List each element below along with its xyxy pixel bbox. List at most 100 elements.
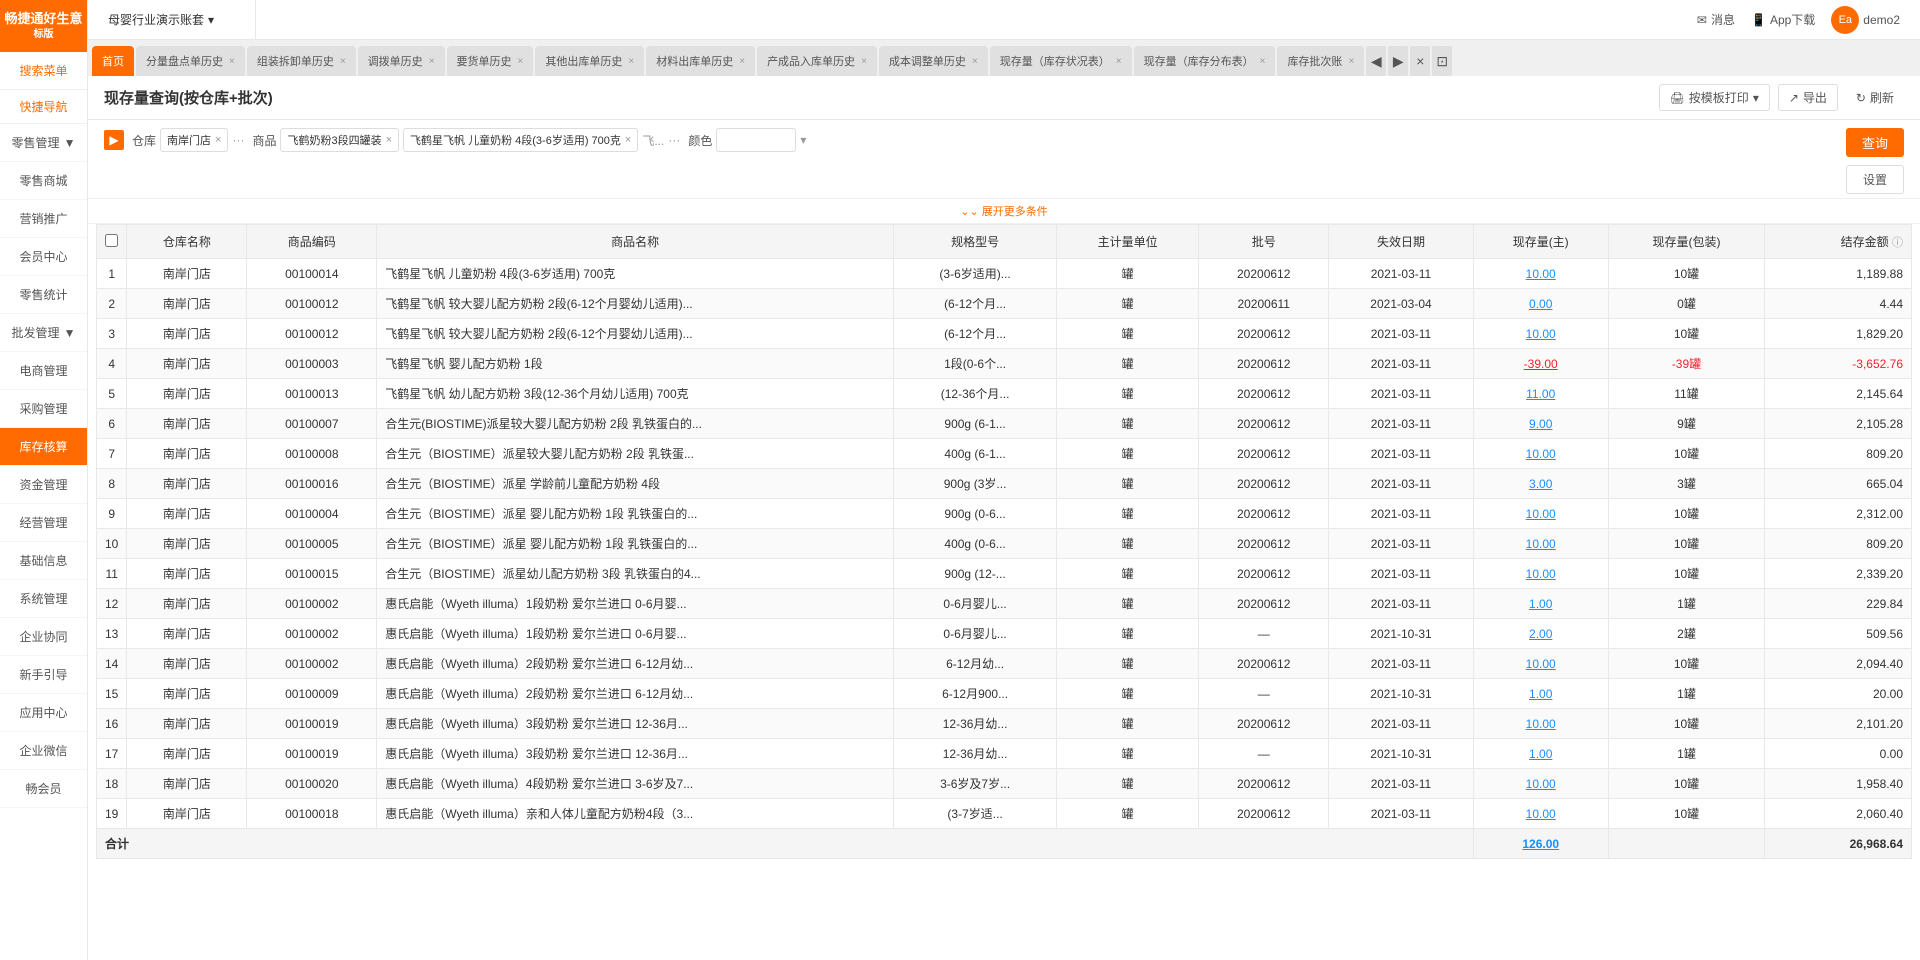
cell-qty-main[interactable]: 10.00 — [1473, 499, 1608, 529]
product-more-dots[interactable]: 飞... — [642, 132, 664, 149]
tag-close-icon[interactable]: × — [386, 134, 392, 146]
tab-stock-dist[interactable]: 现存量（库存分布表） × — [1134, 46, 1276, 76]
tab-prev-btn[interactable]: ◀ — [1366, 46, 1386, 76]
cell-expire: 2021-10-31 — [1329, 739, 1474, 769]
print-button[interactable]: 🖨 按模板打印 ▾ — [1659, 84, 1770, 111]
warehouse-more-dots[interactable]: ··· — [232, 133, 244, 147]
product-tag-2[interactable]: 飞鹤星飞帆 儿童奶粉 4段(3-6岁适用) 700克 × — [403, 128, 638, 152]
sidebar-item-retail-store[interactable]: 零售商城 — [0, 162, 87, 200]
cell-qty-main[interactable]: 11.00 — [1473, 379, 1608, 409]
warehouse-tag[interactable]: 南岸门店 × — [160, 128, 228, 152]
cell-amount: 2,312.00 — [1765, 499, 1912, 529]
refresh-button[interactable]: ↻ 刷新 — [1846, 85, 1904, 110]
sidebar-item-apps[interactable]: 应用中心 — [0, 694, 87, 732]
tab-inventory-split[interactable]: 分量盘点单历史 × — [136, 46, 245, 76]
cell-qty-main[interactable]: 10.00 — [1473, 799, 1608, 829]
cell-expire: 2021-03-11 — [1329, 649, 1474, 679]
sidebar-item-inventory[interactable]: 库存核算 — [0, 428, 87, 466]
cell-qty-main[interactable]: 1.00 — [1473, 739, 1608, 769]
message-icon: ✉ — [1697, 13, 1707, 27]
tab-close-icon[interactable]: × — [628, 56, 634, 67]
tab-close-icon[interactable]: × — [229, 56, 235, 67]
sidebar-item-guide[interactable]: 新手引导 — [0, 656, 87, 694]
cell-qty-main[interactable]: 0.00 — [1473, 289, 1608, 319]
tab-close-icon[interactable]: × — [1260, 56, 1266, 67]
filter-expand-button[interactable]: ▶ — [104, 130, 124, 150]
sidebar-item-basic[interactable]: 基础信息 — [0, 542, 87, 580]
sidebar-item-retail-stats[interactable]: 零售统计 — [0, 276, 87, 314]
sidebar-item-member[interactable]: 会员中心 — [0, 238, 87, 276]
cell-amount: 809.20 — [1765, 439, 1912, 469]
tag-close-icon[interactable]: × — [625, 134, 631, 146]
sidebar-item-marketing[interactable]: 营销推广 — [0, 200, 87, 238]
product-tag-1[interactable]: 飞鹤奶粉3段四罐装 × — [280, 128, 399, 152]
user-menu[interactable]: Ea demo2 — [1831, 6, 1900, 34]
filter-settings-button[interactable]: 设置 — [1846, 165, 1904, 194]
sidebar-shortcut[interactable]: 快捷导航 — [0, 90, 87, 124]
cell-qty-main[interactable]: 10.00 — [1473, 709, 1608, 739]
tab-close-icon[interactable]: × — [1116, 56, 1122, 67]
cell-qty-main[interactable]: 3.00 — [1473, 469, 1608, 499]
cell-qty-main[interactable]: 10.00 — [1473, 319, 1608, 349]
sidebar-item-weixin[interactable]: 企业微信 — [0, 732, 87, 770]
product-extra-dots[interactable]: ··· — [668, 133, 680, 147]
cell-qty-main[interactable]: -39.00 — [1473, 349, 1608, 379]
tab-close-icon[interactable]: × — [518, 56, 524, 67]
tab-next-btn[interactable]: ▶ — [1388, 46, 1408, 76]
query-button[interactable]: 按模板打印 查询 — [1846, 128, 1904, 157]
sidebar-item-finance[interactable]: 资金管理 — [0, 466, 87, 504]
cell-qty-main[interactable]: 2.00 — [1473, 619, 1608, 649]
tab-stock-status[interactable]: 现存量（库存状况表） × — [990, 46, 1132, 76]
select-all-checkbox[interactable] — [105, 234, 118, 247]
expand-more-conditions[interactable]: ⌄⌄ 展开更多条件 — [88, 199, 1920, 224]
sidebar-search[interactable]: 搜索菜单 — [0, 52, 87, 90]
sidebar-item-purchase[interactable]: 采购管理 — [0, 390, 87, 428]
tab-batch-voucher[interactable]: 库存批次账 × — [1277, 46, 1364, 76]
tab-request[interactable]: 要货单历史 × — [447, 46, 534, 76]
cell-amount: 229.84 — [1765, 589, 1912, 619]
th-checkbox[interactable] — [97, 225, 127, 259]
cell-qty-main[interactable]: 1.00 — [1473, 589, 1608, 619]
tag-close-icon[interactable]: × — [215, 134, 221, 146]
account-dropdown[interactable]: 母婴行业演示账套 ▾ — [96, 0, 256, 39]
sidebar-item-operation[interactable]: 经营管理 — [0, 504, 87, 542]
tab-other-out[interactable]: 其他出库单历史 × — [535, 46, 644, 76]
footer-qty[interactable]: 126.00 — [1473, 829, 1608, 859]
amount-info-icon[interactable]: ⓘ — [1892, 237, 1903, 249]
cell-qty-main[interactable]: 10.00 — [1473, 649, 1608, 679]
tab-disassembly[interactable]: 组装拆卸单历史 × — [247, 46, 356, 76]
color-chevron-icon[interactable]: ▾ — [800, 133, 806, 147]
tab-close-icon[interactable]: × — [1348, 56, 1354, 67]
sidebar-item-vip[interactable]: 畅会员 — [0, 770, 87, 808]
tab-material-out[interactable]: 材料出库单历史 × — [646, 46, 755, 76]
cell-qty-main[interactable]: 9.00 — [1473, 409, 1608, 439]
th-amount: 结存金额 ⓘ — [1765, 225, 1912, 259]
message-action[interactable]: ✉ 消息 — [1697, 11, 1735, 28]
app-download-action[interactable]: 📱 App下载 — [1751, 11, 1815, 28]
sidebar-item-ecommerce[interactable]: 电商管理 — [0, 352, 87, 390]
sidebar-item-system[interactable]: 系统管理 — [0, 580, 87, 618]
tab-home[interactable]: 首页 — [92, 46, 134, 76]
tab-close-icon[interactable]: × — [429, 56, 435, 67]
tab-menu-btn[interactable]: ⊡ — [1432, 46, 1452, 76]
cell-no: 10 — [97, 529, 127, 559]
tab-cost-adjust[interactable]: 成本调整单历史 × — [879, 46, 988, 76]
sidebar-item-corp[interactable]: 企业协同 — [0, 618, 87, 656]
cell-qty-main[interactable]: 10.00 — [1473, 529, 1608, 559]
tab-close-icon[interactable]: × — [739, 56, 745, 67]
tab-close-icon[interactable]: × — [861, 56, 867, 67]
tab-close-icon[interactable]: × — [340, 56, 346, 67]
cell-qty-main[interactable]: 10.00 — [1473, 769, 1608, 799]
tab-close-icon[interactable]: × — [972, 56, 978, 67]
cell-qty-main[interactable]: 1.00 — [1473, 679, 1608, 709]
tab-transfer[interactable]: 调拨单历史 × — [358, 46, 445, 76]
cell-qty-main[interactable]: 10.00 — [1473, 439, 1608, 469]
export-button[interactable]: ↗ 导出 — [1778, 84, 1838, 111]
cell-qty-main[interactable]: 10.00 — [1473, 259, 1608, 289]
cell-qty-main[interactable]: 10.00 — [1473, 559, 1608, 589]
cell-amount: 665.04 — [1765, 469, 1912, 499]
tab-product-in[interactable]: 产成品入库单历史 × — [757, 46, 877, 76]
sidebar-item-wholesale[interactable]: 批发管理 ▼ — [0, 314, 87, 352]
sidebar-item-retail-mgmt[interactable]: 零售管理 ▼ — [0, 124, 87, 162]
tab-close-all-btn[interactable]: × — [1410, 46, 1430, 76]
